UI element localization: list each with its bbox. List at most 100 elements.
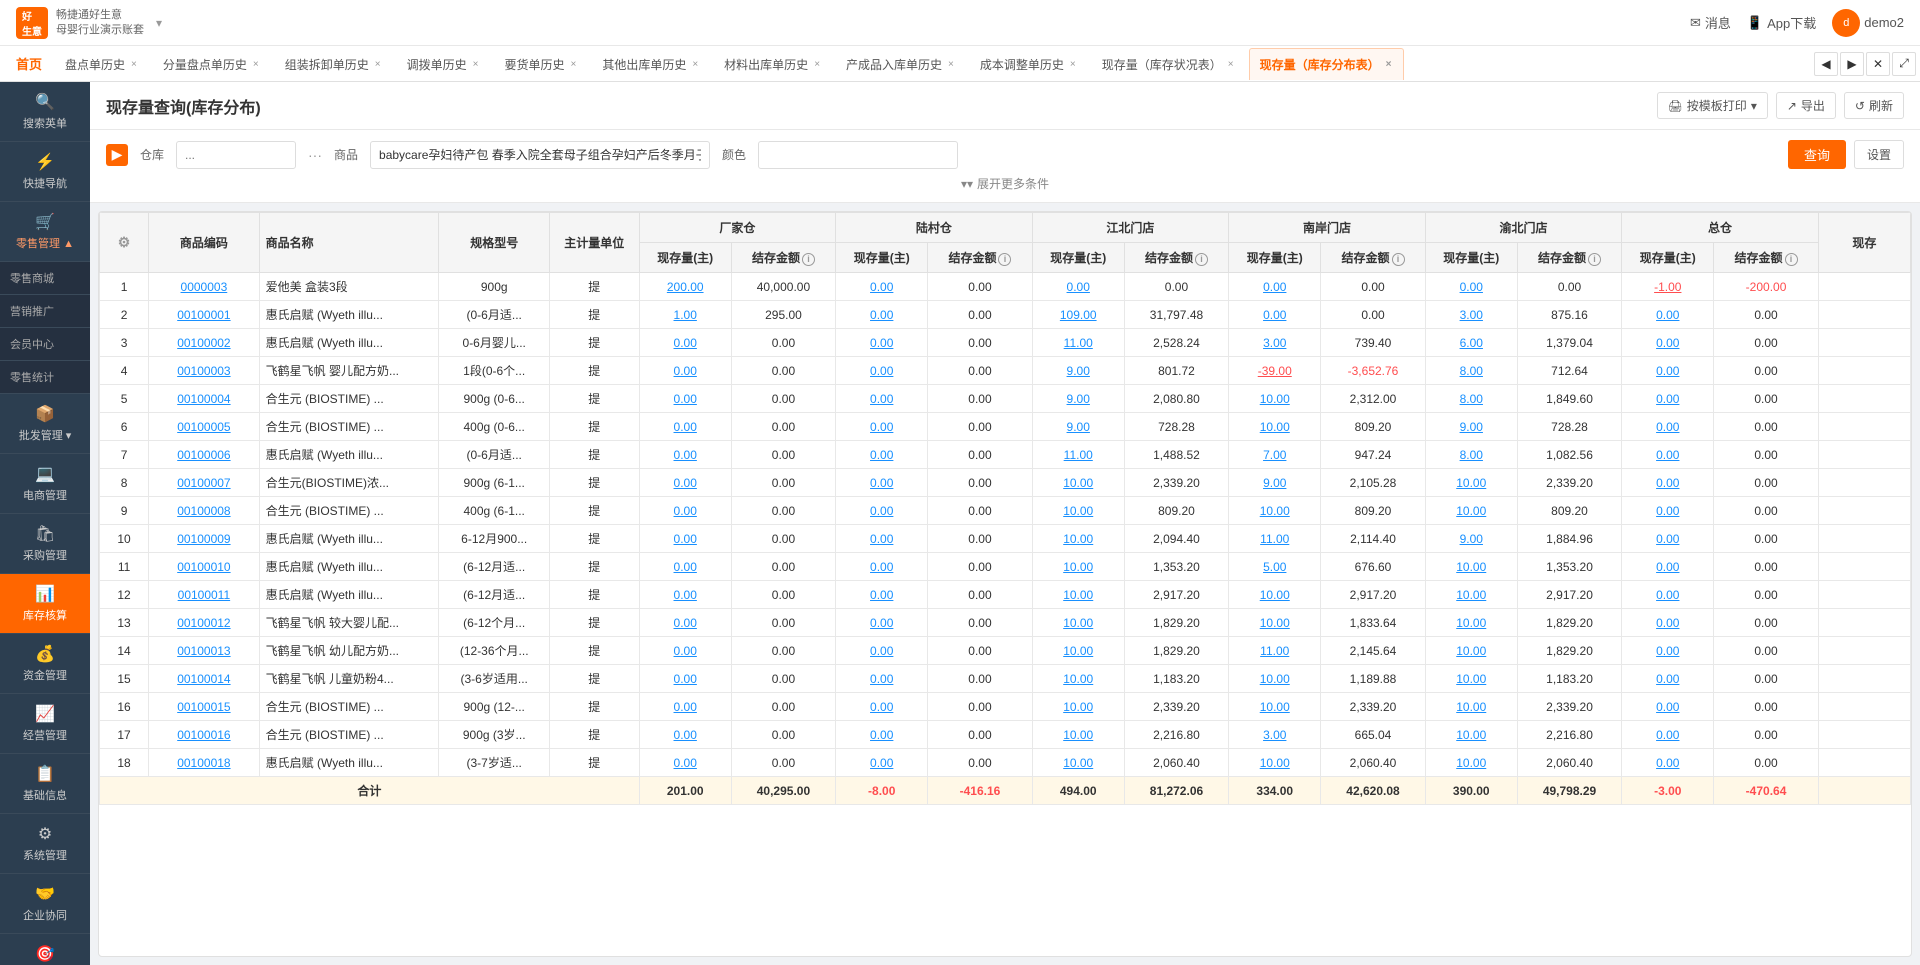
cell-fj-num[interactable]: 0.00 bbox=[639, 581, 731, 609]
cell-lc-num[interactable]: 0.00 bbox=[836, 553, 928, 581]
close-tab-diaobo[interactable]: × bbox=[471, 58, 481, 71]
product-input[interactable] bbox=[370, 141, 710, 169]
cell-code[interactable]: 00100010 bbox=[149, 553, 260, 581]
cell-jb-num[interactable]: 11.00 bbox=[1032, 441, 1124, 469]
expand-more-button[interactable]: ▾▾ 展开更多条件 bbox=[106, 169, 1904, 192]
cell-na-num[interactable]: 10.00 bbox=[1229, 581, 1321, 609]
lc-amt-info-icon[interactable]: i bbox=[998, 253, 1011, 266]
cell-na-num[interactable]: 5.00 bbox=[1229, 553, 1321, 581]
cell-total-num[interactable]: 0.00 bbox=[1622, 329, 1714, 357]
sidebar-item-collab[interactable]: 🤝 企业协同 bbox=[0, 874, 90, 934]
cell-na-num[interactable]: 10.00 bbox=[1229, 665, 1321, 693]
sidebar-item-basics[interactable]: 📋 基础信息 bbox=[0, 754, 90, 814]
cell-yb-num[interactable]: 10.00 bbox=[1425, 693, 1517, 721]
cell-code[interactable]: 00100018 bbox=[149, 749, 260, 777]
cell-code[interactable]: 00100011 bbox=[149, 581, 260, 609]
close-tab-status[interactable]: × bbox=[1226, 58, 1236, 71]
settings-button[interactable]: 设置 bbox=[1854, 140, 1904, 169]
cell-yb-num[interactable]: 10.00 bbox=[1425, 553, 1517, 581]
refresh-button[interactable]: ↺ 刷新 bbox=[1844, 92, 1904, 119]
sidebar-item-guide[interactable]: 🎯 新手引导 bbox=[0, 934, 90, 965]
close-tab-dist[interactable]: × bbox=[1384, 58, 1394, 71]
cell-yb-num[interactable]: 9.00 bbox=[1425, 525, 1517, 553]
close-tab-chengben[interactable]: × bbox=[1068, 58, 1078, 71]
cell-total-num[interactable]: 0.00 bbox=[1622, 553, 1714, 581]
cell-total-num[interactable]: 0.00 bbox=[1622, 609, 1714, 637]
cell-jb-num[interactable]: 10.00 bbox=[1032, 637, 1124, 665]
cell-yb-num[interactable]: 10.00 bbox=[1425, 749, 1517, 777]
sidebar-item-mall[interactable]: 零售商城 bbox=[0, 262, 90, 295]
column-settings-icon[interactable]: ⚙ bbox=[118, 234, 131, 251]
cell-lc-num[interactable]: 0.00 bbox=[836, 469, 928, 497]
cell-jb-num[interactable]: 0.00 bbox=[1032, 273, 1124, 301]
cell-total-num[interactable]: 0.00 bbox=[1622, 413, 1714, 441]
cell-lc-num[interactable]: 0.00 bbox=[836, 581, 928, 609]
cell-yb-num[interactable]: 3.00 bbox=[1425, 301, 1517, 329]
cell-total-num[interactable]: 0.00 bbox=[1622, 385, 1714, 413]
cell-jb-num[interactable]: 11.00 bbox=[1032, 329, 1124, 357]
cell-code[interactable]: 00100012 bbox=[149, 609, 260, 637]
cell-fj-num[interactable]: 0.00 bbox=[639, 329, 731, 357]
color-input[interactable] bbox=[758, 141, 958, 169]
user-profile[interactable]: d demo2 bbox=[1832, 9, 1904, 37]
cell-fj-num[interactable]: 200.00 bbox=[639, 273, 731, 301]
cell-na-num[interactable]: 7.00 bbox=[1229, 441, 1321, 469]
cell-fj-num[interactable]: 0.00 bbox=[639, 721, 731, 749]
cell-na-num[interactable]: 10.00 bbox=[1229, 385, 1321, 413]
cell-yb-num[interactable]: 10.00 bbox=[1425, 721, 1517, 749]
cell-total-num[interactable]: 0.00 bbox=[1622, 581, 1714, 609]
close-tab-qita[interactable]: × bbox=[690, 58, 700, 71]
cell-lc-num[interactable]: 0.00 bbox=[836, 413, 928, 441]
cell-jb-num[interactable]: 10.00 bbox=[1032, 749, 1124, 777]
tab-chengben[interactable]: 成本调整单历史 × bbox=[969, 48, 1089, 80]
cell-total-num[interactable]: 0.00 bbox=[1622, 301, 1714, 329]
message-button[interactable]: ✉ 消息 bbox=[1690, 13, 1731, 32]
tab-chengpin[interactable]: 产成品入库单历史 × bbox=[835, 48, 967, 80]
nav-prev-button[interactable]: ◀ bbox=[1814, 52, 1838, 76]
cell-na-num[interactable]: 10.00 bbox=[1229, 749, 1321, 777]
cell-yb-num[interactable]: 10.00 bbox=[1425, 497, 1517, 525]
close-tab-cailiao[interactable]: × bbox=[812, 58, 822, 71]
cell-jb-num[interactable]: 10.00 bbox=[1032, 525, 1124, 553]
col-gear[interactable]: ⚙ bbox=[100, 213, 149, 273]
cell-total-num[interactable]: 0.00 bbox=[1622, 693, 1714, 721]
cell-lc-num[interactable]: 0.00 bbox=[836, 665, 928, 693]
cell-yb-num[interactable]: 0.00 bbox=[1425, 273, 1517, 301]
cell-code[interactable]: 00100008 bbox=[149, 497, 260, 525]
cell-total-num[interactable]: 0.00 bbox=[1622, 665, 1714, 693]
cell-code[interactable]: 0000003 bbox=[149, 273, 260, 301]
cell-na-num[interactable]: 0.00 bbox=[1229, 273, 1321, 301]
sidebar-item-purchase[interactable]: 🛍 采购管理 bbox=[0, 514, 90, 574]
close-tab-chengpin[interactable]: × bbox=[946, 58, 956, 71]
total-amt-info-icon[interactable]: i bbox=[1785, 253, 1798, 266]
cell-lc-num[interactable]: 0.00 bbox=[836, 385, 928, 413]
app-download-button[interactable]: 📱 App下载 bbox=[1747, 13, 1816, 32]
cell-lc-num[interactable]: 0.00 bbox=[836, 329, 928, 357]
cell-na-num[interactable]: 10.00 bbox=[1229, 609, 1321, 637]
cell-code[interactable]: 00100009 bbox=[149, 525, 260, 553]
cell-fj-num[interactable]: 0.00 bbox=[639, 609, 731, 637]
nav-expand-button[interactable]: ⤢ bbox=[1892, 52, 1916, 76]
cell-jb-num[interactable]: 10.00 bbox=[1032, 693, 1124, 721]
export-button[interactable]: ↗ 导出 bbox=[1776, 92, 1836, 119]
print-button[interactable]: 🖨 按模板打印 ▾ bbox=[1657, 92, 1768, 119]
tab-yaohuo[interactable]: 要货单历史 × bbox=[493, 48, 589, 80]
cell-fj-num[interactable]: 0.00 bbox=[639, 497, 731, 525]
cell-lc-num[interactable]: 0.00 bbox=[836, 497, 928, 525]
cell-code[interactable]: 00100004 bbox=[149, 385, 260, 413]
cell-yb-num[interactable]: 10.00 bbox=[1425, 469, 1517, 497]
cell-code[interactable]: 00100014 bbox=[149, 665, 260, 693]
sidebar-item-nav[interactable]: ⚡ 快捷导航 bbox=[0, 142, 90, 202]
cell-jb-num[interactable]: 10.00 bbox=[1032, 665, 1124, 693]
cell-total-num[interactable]: 0.00 bbox=[1622, 637, 1714, 665]
cell-na-num[interactable]: 10.00 bbox=[1229, 693, 1321, 721]
cell-fj-num[interactable]: 0.00 bbox=[639, 525, 731, 553]
cell-code[interactable]: 00100002 bbox=[149, 329, 260, 357]
sidebar-item-search[interactable]: 🔍 搜索英单 bbox=[0, 82, 90, 142]
tab-zuzhang[interactable]: 组装拆卸单历史 × bbox=[274, 48, 394, 80]
cell-jb-num[interactable]: 9.00 bbox=[1032, 385, 1124, 413]
cell-total-num[interactable]: 0.00 bbox=[1622, 525, 1714, 553]
cell-yb-num[interactable]: 10.00 bbox=[1425, 665, 1517, 693]
cell-fj-num[interactable]: 0.00 bbox=[639, 441, 731, 469]
cell-na-num[interactable]: 3.00 bbox=[1229, 329, 1321, 357]
